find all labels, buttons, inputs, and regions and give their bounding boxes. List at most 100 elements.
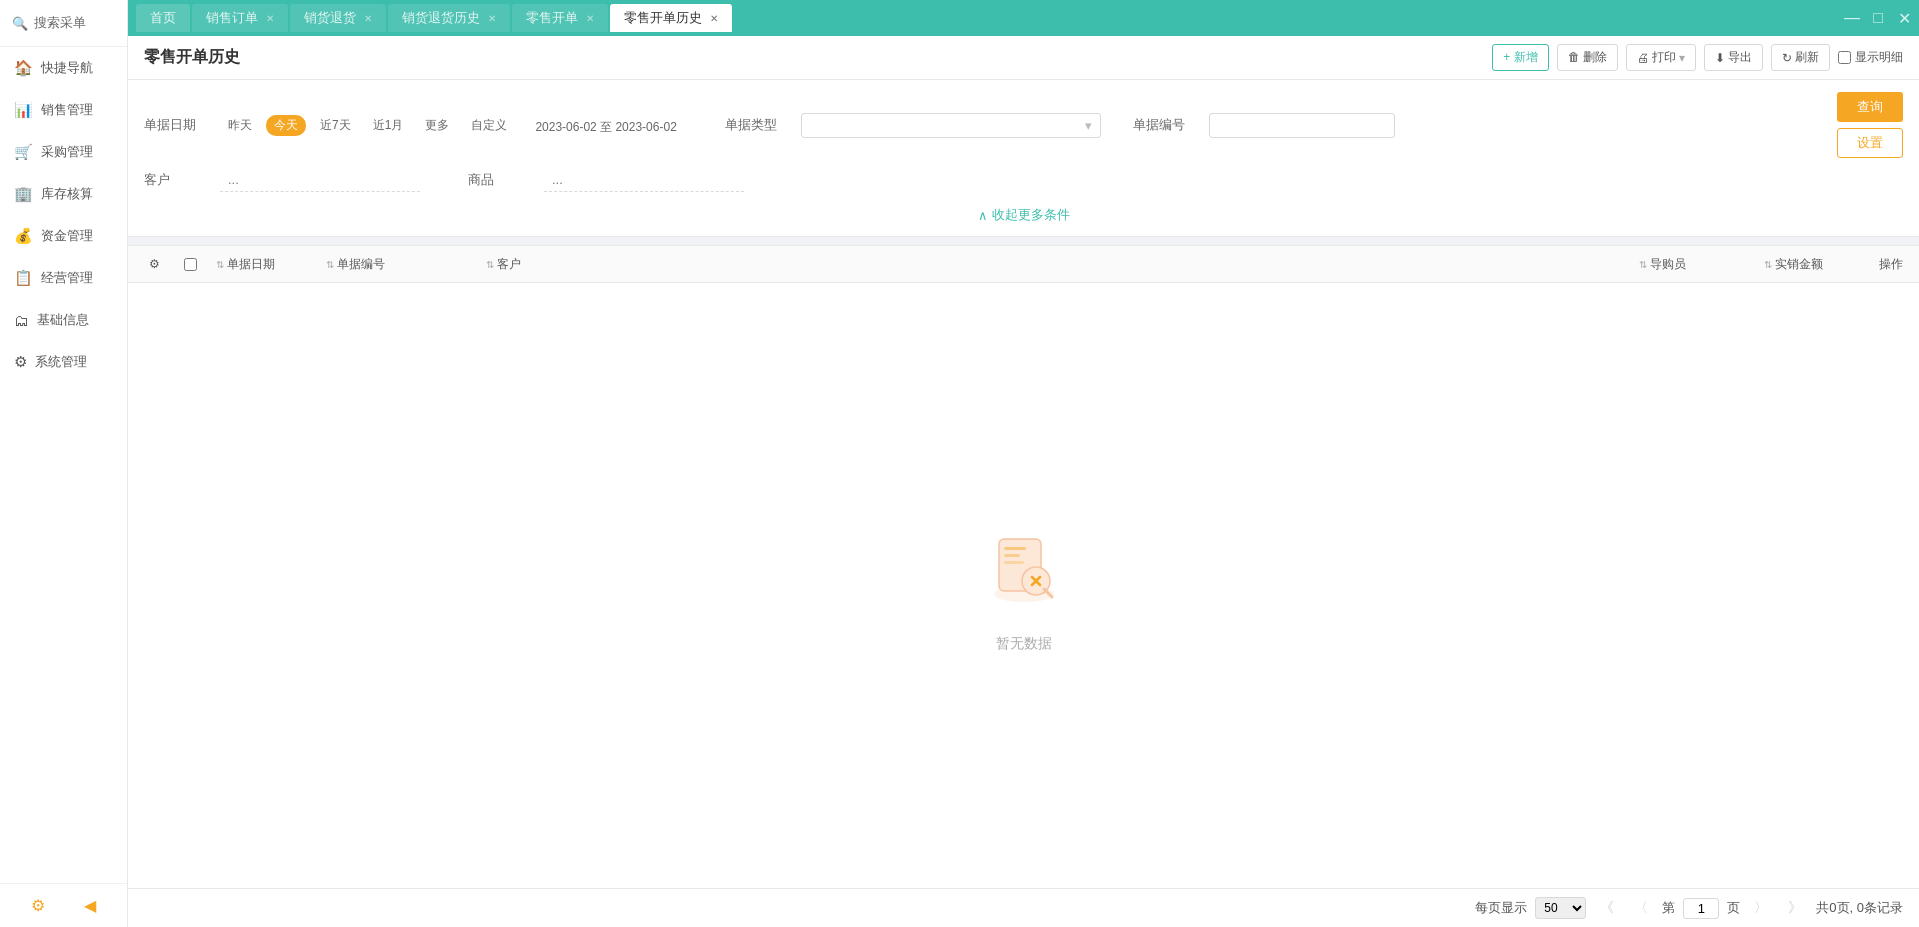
th-operation: 操作 [1831,256,1911,273]
sidebar-search[interactable]: 🔍 搜索采单 [0,0,127,47]
close-icon[interactable]: ✕ [710,13,718,24]
sort-icon[interactable]: ⇅ [1639,259,1647,270]
sidebar-item-quick-nav[interactable]: 🏠 快捷导航 [0,47,127,89]
sidebar-item-finance[interactable]: 💰 资金管理 [0,215,127,257]
tab-retail-open-history[interactable]: 零售开单历史 ✕ [610,4,732,32]
page-label-pre: 第 [1662,899,1675,917]
settings-button[interactable]: 设置 [1837,128,1903,158]
customer-label: 客户 [144,171,204,189]
sidebar-item-sales-mgmt[interactable]: 📊 销售管理 [0,89,127,131]
chart-icon: 📊 [14,101,33,119]
chevron-up-icon: ∧ [978,208,988,223]
tab-retail-open[interactable]: 零售开单 ✕ [512,4,608,32]
export-button[interactable]: ⬇ 导出 [1704,44,1763,71]
select-all-checkbox[interactable] [184,258,197,271]
close-icon[interactable]: ✕ [266,13,274,24]
sort-icon[interactable]: ⇅ [216,259,224,270]
page-input[interactable] [1683,898,1719,919]
first-page-btn[interactable]: 《 [1594,897,1620,919]
order-no-input[interactable] [1209,113,1395,138]
product-label: 商品 [468,171,528,189]
th-settings[interactable]: ⚙ [136,257,172,271]
sidebar-item-label: 资金管理 [41,227,93,245]
product-input[interactable] [544,168,744,192]
sort-icon[interactable]: ⇅ [326,259,334,270]
query-button[interactable]: 查询 [1837,92,1903,122]
sort-icon[interactable]: ⇅ [1764,259,1772,270]
total-label: 共0页, 0条记录 [1816,899,1903,917]
customer-input[interactable] [220,168,420,192]
order-no-label: 单据编号 [1133,116,1193,134]
footer-settings-btn[interactable]: ⚙ [31,896,45,915]
settings-icon: ⚙ [14,353,27,371]
svg-rect-3 [1004,554,1020,557]
sidebar-item-purchase-mgmt[interactable]: 🛒 采购管理 [0,131,127,173]
display-detail-label: 显示明细 [1855,49,1903,66]
window-max-btn[interactable]: □ [1871,11,1885,25]
collapse-filter-btn[interactable]: ∧ 收起更多条件 [144,202,1903,228]
sort-icon[interactable]: ⇅ [486,259,494,270]
svg-rect-2 [1004,547,1026,550]
order-type-select[interactable]: ▾ [801,113,1101,138]
tab-sales-return[interactable]: 销货退货 ✕ [290,4,386,32]
refresh-button[interactable]: ↻ 刷新 [1771,44,1830,71]
date-btn-7days[interactable]: 近7天 [312,115,359,136]
sidebar-footer: ⚙ ◀ [0,883,127,927]
th-customer: ⇅ 客户 [478,256,1631,273]
tab-sales-order-label: 销售订单 [206,9,258,27]
th-order-no: ⇅ 单据编号 [318,256,478,273]
table-header: ⚙ ⇅ 单据日期 ⇅ 单据编号 ⇅ 客户 ⇅ 导购员 ⇅ [128,245,1919,283]
basic-icon: 🗂 [14,312,29,329]
close-icon[interactable]: ✕ [586,13,594,24]
filter-area: 单据日期 昨天 今天 近7天 近1月 更多 自定义 2023-06-02 至 2… [128,80,1919,237]
empty-icon [974,519,1074,619]
sidebar-item-sys-mgmt[interactable]: ⚙ 系统管理 [0,341,127,383]
tab-sales-order[interactable]: 销售订单 ✕ [192,4,288,32]
query-settings-group: 查询 设置 [1837,92,1903,158]
last-page-btn[interactable]: 》 [1782,897,1808,919]
search-icon: 🔍 [12,16,28,31]
sidebar-item-basic-info[interactable]: 🗂 基础信息 [0,299,127,341]
sidebar-item-inventory[interactable]: 🏢 库存核算 [0,173,127,215]
close-icon[interactable]: ✕ [488,13,496,24]
prev-page-btn[interactable]: 〈 [1628,897,1654,919]
th-amount: ⇅ 实销金额 [1731,256,1831,273]
page-size-label: 每页显示 [1475,899,1527,917]
date-btn-more[interactable]: 更多 [417,115,457,136]
footer-collapse-btn[interactable]: ◀ [84,896,96,915]
order-type-label: 单据类型 [725,116,785,134]
display-detail-toggle[interactable]: 显示明细 [1838,49,1903,66]
cart-icon: 🛒 [14,143,33,161]
date-btn-1month[interactable]: 近1月 [365,115,412,136]
tab-bar: 首页 销售订单 ✕ 销货退货 ✕ 销货退货历史 ✕ 零售开单 ✕ 零售开单历史 … [128,0,1919,36]
svg-rect-4 [1004,561,1024,564]
close-icon[interactable]: ✕ [364,13,372,24]
operations-icon: 📋 [14,269,33,287]
tab-home[interactable]: 首页 [136,4,190,32]
date-btn-today[interactable]: 今天 [266,115,306,136]
date-label: 单据日期 [144,116,204,134]
pagination: 每页显示 50 10 20 100 《 〈 第 页 〉 》 共0页, 0条记录 [128,888,1919,927]
tab-retail-open-history-label: 零售开单历史 [624,9,702,27]
sidebar-item-operations[interactable]: 📋 经营管理 [0,257,127,299]
window-close-btn[interactable]: ✕ [1897,11,1911,25]
th-checkbox[interactable] [172,258,208,271]
th-date: ⇅ 单据日期 [208,256,318,273]
date-btn-custom[interactable]: 自定义 [463,115,515,136]
delete-button[interactable]: 🗑 删除 [1557,44,1618,71]
display-detail-checkbox[interactable] [1838,51,1851,64]
warehouse-icon: 🏢 [14,185,33,203]
next-page-btn[interactable]: 〉 [1748,897,1774,919]
date-shortcuts: 昨天 今天 近7天 近1月 更多 自定义 [220,115,515,136]
tab-sales-return-history[interactable]: 销货退货历史 ✕ [388,4,510,32]
window-min-btn[interactable]: — [1845,11,1859,25]
refresh-icon: ↻ [1782,51,1792,65]
tab-sales-return-history-label: 销货退货历史 [402,9,480,27]
new-button[interactable]: + 新增 [1492,44,1548,71]
print-button[interactable]: 🖨 🖨 打印 打印 ▾ [1626,44,1696,71]
sidebar: 🔍 搜索采单 🏠 快捷导航 📊 销售管理 🛒 采购管理 🏢 库存核算 💰 资金管… [0,0,128,927]
column-settings-icon[interactable]: ⚙ [149,257,160,271]
date-btn-yesterday[interactable]: 昨天 [220,115,260,136]
page-size-select[interactable]: 50 10 20 100 [1535,897,1586,919]
page-title: 零售开单历史 [144,47,240,68]
